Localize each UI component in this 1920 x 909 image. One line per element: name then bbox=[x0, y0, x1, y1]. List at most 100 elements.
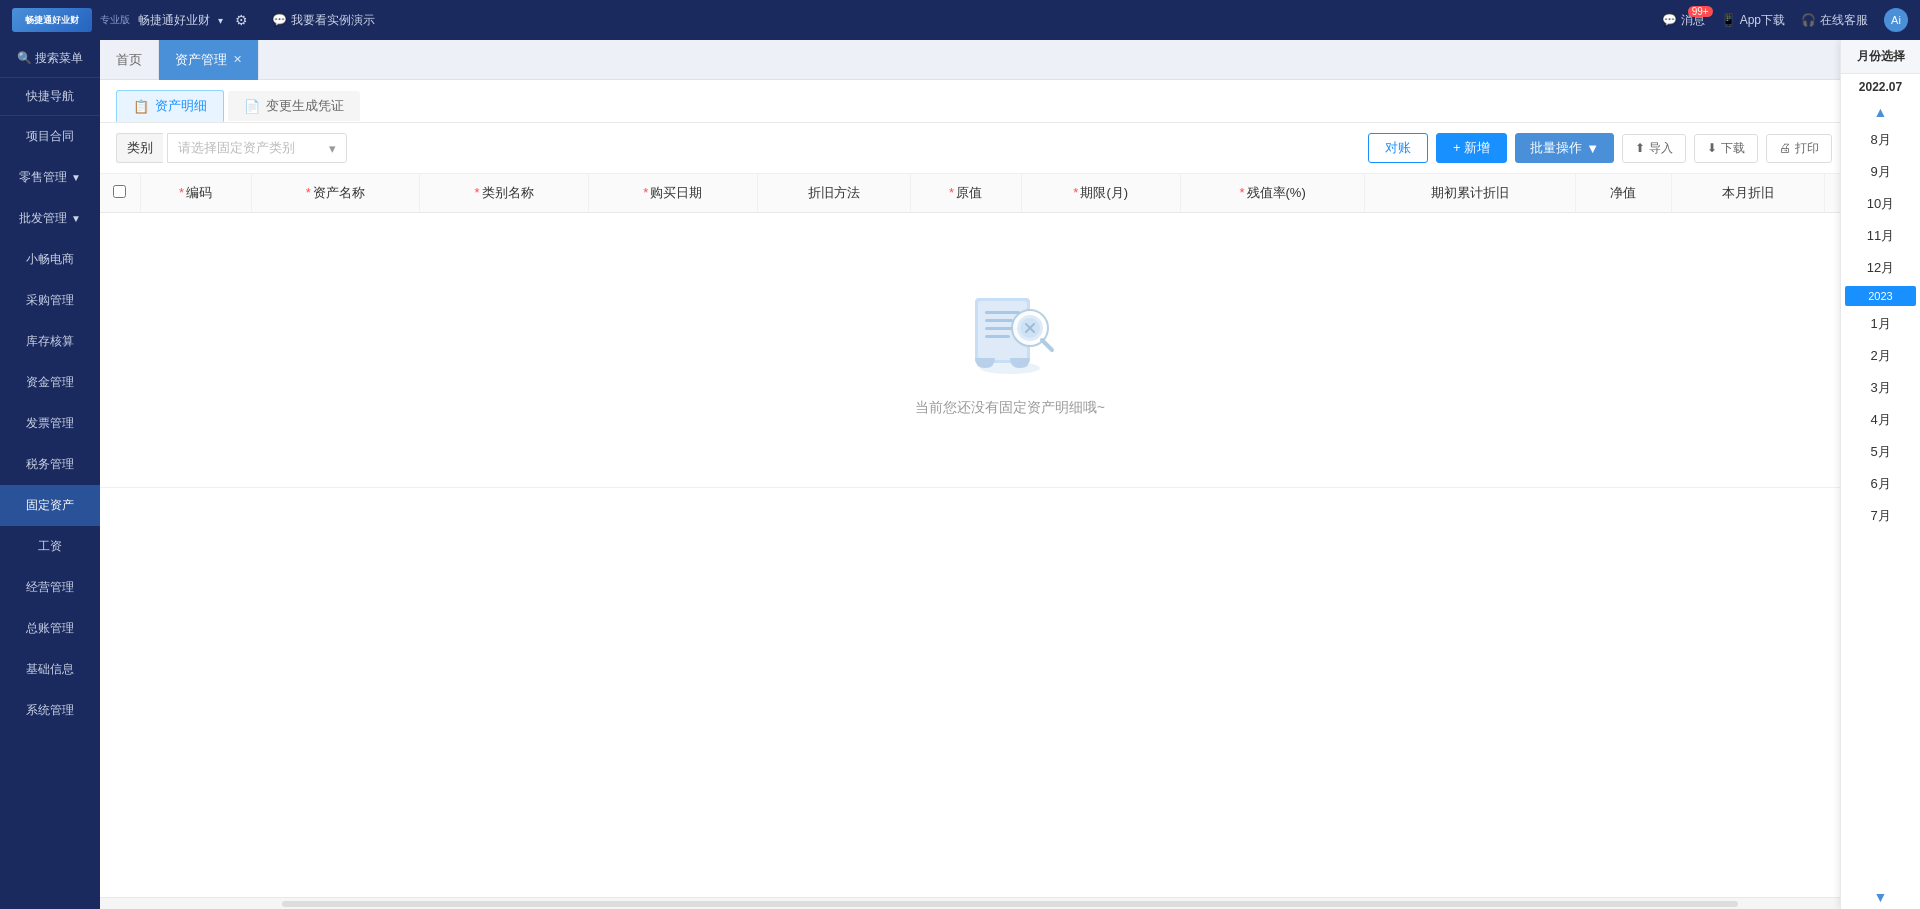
chevron-down-icon: ▼ bbox=[1874, 889, 1888, 905]
month-item-8[interactable]: 8月 bbox=[1841, 124, 1920, 156]
batch-operation-button[interactable]: 批量操作 ▼ bbox=[1515, 133, 1614, 163]
sidebar-item-label: 项目合同 bbox=[26, 128, 74, 145]
main-layout: 🔍 搜索菜单 快捷导航 项目合同 零售管理 ▼ 批发管理 ▼ 小畅电商 采购管理… bbox=[0, 40, 1920, 909]
month-item-2[interactable]: 2月 bbox=[1841, 340, 1920, 372]
sidebar-item-tax-mgmt[interactable]: 税务管理 bbox=[0, 444, 100, 485]
sidebar-item-system-mgmt[interactable]: 系统管理 bbox=[0, 690, 100, 731]
duizhang-button[interactable]: 对账 bbox=[1368, 133, 1428, 163]
avatar-text: Ai bbox=[1891, 14, 1901, 26]
category-dropdown[interactable]: 请选择固定资产类别 ▾ bbox=[167, 133, 347, 163]
month-item-12[interactable]: 12月 bbox=[1841, 252, 1920, 284]
add-label: + 新增 bbox=[1453, 139, 1490, 157]
col-code-label: 编码 bbox=[186, 185, 212, 200]
sidebar-quick-nav[interactable]: 快捷导航 bbox=[0, 78, 100, 116]
col-residual-label: 残值率(%) bbox=[1247, 185, 1306, 200]
month-8-label: 8月 bbox=[1870, 132, 1890, 147]
data-table: *编码 *资产名称 *类别名称 *购买日期 折旧方法 *原值 *期限(月) *残… bbox=[100, 174, 1920, 488]
company-name[interactable]: 畅捷通好业财 bbox=[138, 12, 210, 29]
sub-tab-change-voucher[interactable]: 📄 变更生成凭证 bbox=[228, 91, 360, 121]
month-item-10[interactable]: 10月 bbox=[1841, 188, 1920, 220]
arrow-icon: ▼ bbox=[71, 213, 81, 224]
sidebar-item-ecommerce[interactable]: 小畅电商 bbox=[0, 239, 100, 280]
sidebar-item-general-ledger[interactable]: 总账管理 bbox=[0, 608, 100, 649]
sidebar-item-label: 经营管理 bbox=[26, 579, 74, 596]
sidebar-item-fund-mgmt[interactable]: 资金管理 bbox=[0, 362, 100, 403]
month-item-11[interactable]: 11月 bbox=[1841, 220, 1920, 252]
sidebar-item-fixed-assets[interactable]: 固定资产 bbox=[0, 485, 100, 526]
table-header-row: *编码 *资产名称 *类别名称 *购买日期 折旧方法 *原值 *期限(月) *残… bbox=[100, 174, 1920, 213]
brand-logo: 畅捷通好业财 bbox=[12, 8, 92, 32]
col-original-value-label: 原值 bbox=[956, 185, 982, 200]
sub-tab-asset-detail[interactable]: 📋 资产明细 bbox=[116, 90, 224, 122]
tab-close-icon[interactable]: ✕ bbox=[233, 53, 242, 66]
import-button[interactable]: ⬆ 导入 bbox=[1622, 134, 1686, 163]
sidebar-item-invoice-mgmt[interactable]: 发票管理 bbox=[0, 403, 100, 444]
settings-icon[interactable]: ⚙ bbox=[235, 12, 248, 28]
add-button[interactable]: + 新增 bbox=[1436, 133, 1507, 163]
month-item-6[interactable]: 6月 bbox=[1841, 468, 1920, 500]
month-4-label: 4月 bbox=[1870, 412, 1890, 427]
demo-link[interactable]: 💬 我要看实例演示 bbox=[272, 12, 375, 29]
scrollbar-area bbox=[100, 897, 1920, 909]
chevron-up-icon: ▲ bbox=[1874, 104, 1888, 120]
sidebar-item-label: 总账管理 bbox=[26, 620, 74, 637]
month-item-1[interactable]: 1月 bbox=[1841, 308, 1920, 340]
sidebar-item-label: 税务管理 bbox=[26, 456, 74, 473]
col-residual-rate: *残值率(%) bbox=[1180, 174, 1365, 213]
col-category: *类别名称 bbox=[420, 174, 589, 213]
month-7-label: 7月 bbox=[1870, 508, 1890, 523]
sidebar-search[interactable]: 🔍 搜索菜单 bbox=[0, 40, 100, 78]
month-11-label: 11月 bbox=[1867, 228, 1894, 243]
arrow-icon: ▼ bbox=[71, 172, 81, 183]
headset-icon: 🎧 bbox=[1801, 13, 1816, 27]
dropdown-arrow-icon: ▾ bbox=[329, 141, 336, 156]
sidebar-item-wholesale-mgmt[interactable]: 批发管理 ▼ bbox=[0, 198, 100, 239]
col-net-value-label: 净值 bbox=[1610, 185, 1636, 200]
download-button[interactable]: ⬇ 下载 bbox=[1694, 134, 1758, 163]
col-period: *期限(月) bbox=[1021, 174, 1180, 213]
sidebar-item-operation-mgmt[interactable]: 经营管理 bbox=[0, 567, 100, 608]
empty-state: 当前您还没有固定资产明细哦~ bbox=[108, 223, 1912, 477]
month-panel-title: 月份选择 bbox=[1857, 49, 1905, 63]
top-bar: 畅捷通好业财 专业版 畅捷通好业财 ▾ ⚙ 💬 我要看实例演示 💬 消息 99+… bbox=[0, 0, 1920, 40]
month-item-7[interactable]: 7月 bbox=[1841, 500, 1920, 532]
tab-asset-management[interactable]: 资产管理 ✕ bbox=[159, 40, 259, 80]
sidebar-item-label: 资金管理 bbox=[26, 374, 74, 391]
year-2023-label: 2023 bbox=[1868, 290, 1892, 302]
tab-home[interactable]: 首页 bbox=[100, 40, 159, 80]
sidebar-item-basic-info[interactable]: 基础信息 bbox=[0, 649, 100, 690]
month-item-4[interactable]: 4月 bbox=[1841, 404, 1920, 436]
import-icon: ⬆ bbox=[1635, 141, 1645, 155]
sidebar-item-label: 固定资产 bbox=[26, 497, 74, 514]
month-1-label: 1月 bbox=[1870, 316, 1890, 331]
batch-label: 批量操作 bbox=[1530, 139, 1582, 157]
app-download-label: App下载 bbox=[1740, 12, 1785, 29]
month-item-9[interactable]: 9月 bbox=[1841, 156, 1920, 188]
print-button[interactable]: 🖨 打印 bbox=[1766, 134, 1832, 163]
sidebar-item-retail-mgmt[interactable]: 零售管理 ▼ bbox=[0, 157, 100, 198]
category-select: 类别 请选择固定资产类别 ▾ bbox=[116, 133, 347, 163]
month-scroll-down[interactable]: ▼ bbox=[1841, 885, 1920, 909]
month-scroll-up[interactable]: ▲ bbox=[1841, 100, 1920, 124]
select-all-checkbox[interactable] bbox=[113, 185, 126, 198]
quick-nav-label: 快捷导航 bbox=[26, 89, 74, 103]
online-service-button[interactable]: 🎧 在线客服 bbox=[1801, 12, 1868, 29]
sidebar-item-payroll[interactable]: 工资 bbox=[0, 526, 100, 567]
app-download-button[interactable]: 📱 App下载 bbox=[1721, 12, 1785, 29]
sidebar-item-purchase-mgmt[interactable]: 采购管理 bbox=[0, 280, 100, 321]
demo-icon: 💬 bbox=[272, 13, 287, 27]
empty-illustration bbox=[950, 283, 1070, 383]
home-tab-label: 首页 bbox=[116, 51, 142, 69]
sidebar-item-inventory[interactable]: 库存核算 bbox=[0, 321, 100, 362]
sidebar-item-project-contract[interactable]: 项目合同 bbox=[0, 116, 100, 157]
print-label: 打印 bbox=[1795, 140, 1819, 157]
sidebar-item-label: 库存核算 bbox=[26, 333, 74, 350]
sidebar-item-label: 基础信息 bbox=[26, 661, 74, 678]
company-dropdown-icon[interactable]: ▾ bbox=[218, 15, 223, 26]
month-item-5[interactable]: 5月 bbox=[1841, 436, 1920, 468]
message-button[interactable]: 💬 消息 99+ bbox=[1662, 12, 1705, 29]
user-avatar[interactable]: Ai bbox=[1884, 8, 1908, 32]
month-3-label: 3月 bbox=[1870, 380, 1890, 395]
month-item-3[interactable]: 3月 bbox=[1841, 372, 1920, 404]
month-item-year-2023[interactable]: 2023 bbox=[1845, 286, 1916, 306]
